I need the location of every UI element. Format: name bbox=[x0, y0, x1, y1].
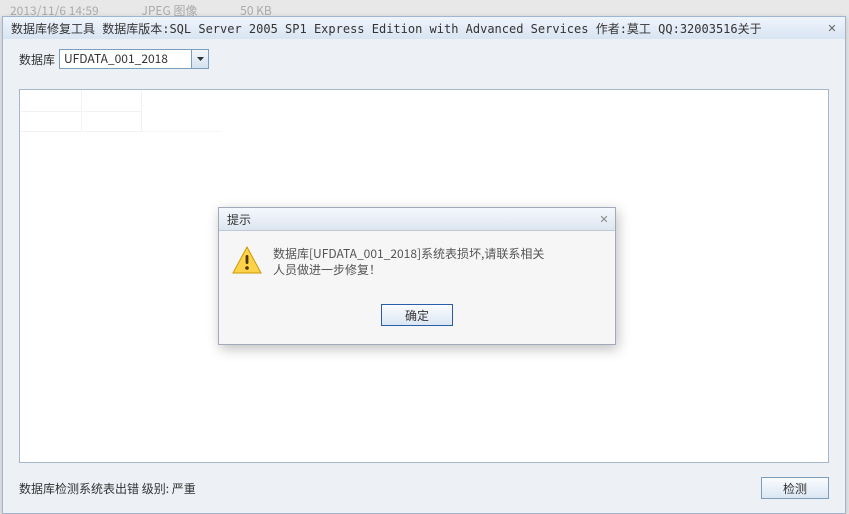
status-text: 数据库检测系统表出错 级别: 严重 bbox=[19, 480, 761, 497]
database-label: 数据库 bbox=[19, 51, 55, 68]
alert-dialog: 提示 ✕ 数据库[UFDATA_001_2018]系统表损坏,请联系相关 人员做… bbox=[218, 207, 616, 345]
database-selected-value: UFDATA_001_2018 bbox=[60, 50, 191, 68]
window-titlebar: 数据库修复工具 数据库版本:SQL Server 2005 SP1 Expres… bbox=[3, 17, 845, 40]
chevron-down-icon bbox=[197, 57, 204, 61]
control-row: 数据库 UFDATA_001_2018 bbox=[19, 49, 209, 69]
grid-placeholder bbox=[21, 91, 221, 132]
app-window: 数据库修复工具 数据库版本:SQL Server 2005 SP1 Expres… bbox=[2, 16, 846, 514]
status-row: 数据库检测系统表出错 级别: 严重 检测 bbox=[19, 477, 829, 499]
database-combobox[interactable]: UFDATA_001_2018 bbox=[59, 49, 209, 69]
warning-icon bbox=[231, 245, 263, 277]
combobox-dropdown-button[interactable] bbox=[191, 50, 208, 68]
detect-button[interactable]: 检测 bbox=[761, 477, 829, 499]
dialog-title: 提示 bbox=[227, 211, 251, 228]
window-title: 数据库修复工具 数据库版本:SQL Server 2005 SP1 Expres… bbox=[11, 20, 823, 37]
dialog-footer: 确定 bbox=[219, 296, 615, 344]
ok-button[interactable]: 确定 bbox=[381, 304, 453, 326]
close-icon: ✕ bbox=[827, 22, 836, 35]
dialog-body: 数据库[UFDATA_001_2018]系统表损坏,请联系相关 人员做进一步修复… bbox=[219, 231, 615, 296]
close-icon: ✕ bbox=[599, 213, 608, 226]
dialog-titlebar: 提示 ✕ bbox=[219, 208, 615, 231]
dialog-close-button[interactable]: ✕ bbox=[593, 210, 615, 228]
window-close-button[interactable]: ✕ bbox=[823, 20, 841, 36]
dialog-message: 数据库[UFDATA_001_2018]系统表损坏,请联系相关 人员做进一步修复… bbox=[273, 245, 544, 278]
